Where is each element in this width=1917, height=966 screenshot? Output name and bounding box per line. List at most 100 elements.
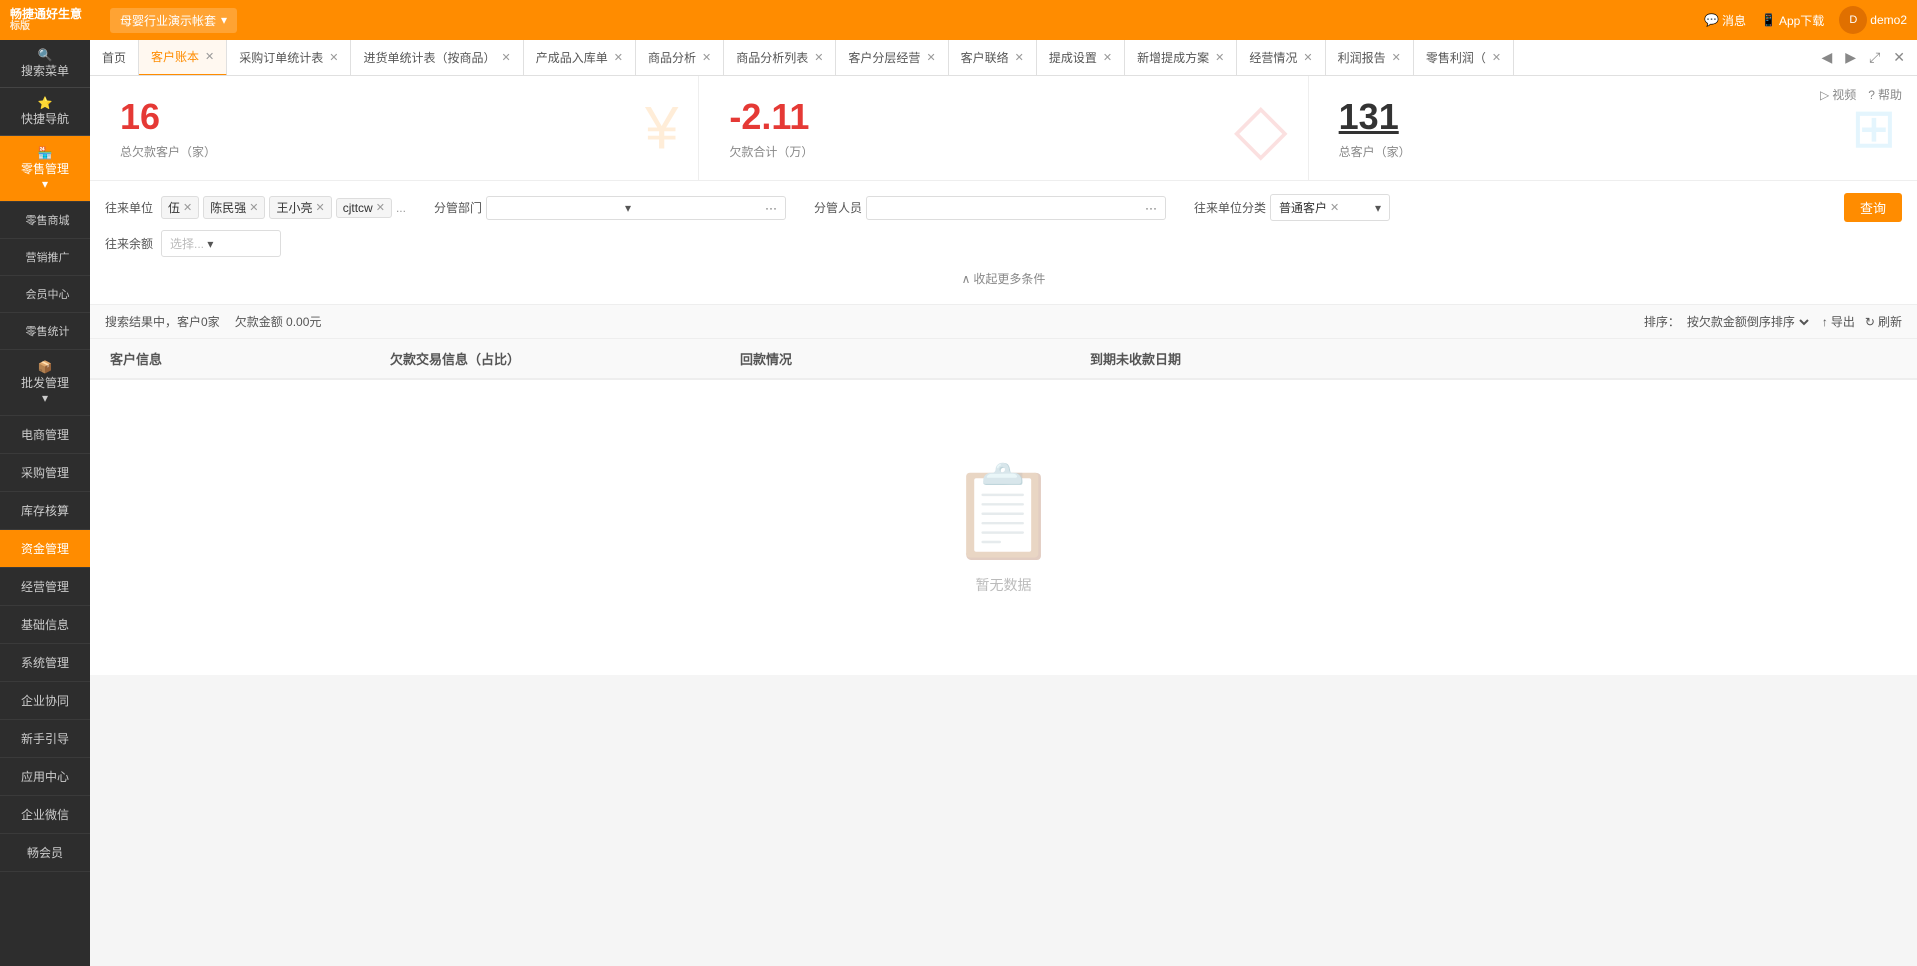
result-bar-right: 排序： 按欠款金额倒序排序 ↑ 导出 ↻ 刷新 <box>1644 313 1902 330</box>
message-icon: 💬 <box>1704 13 1719 27</box>
remove-tag-icon[interactable]: ✕ <box>249 201 258 214</box>
summary-row: ▷ 视频 ? 帮助 ¥ 16 总欠款客户（家） ◇ <box>90 76 1917 181</box>
close-icon[interactable]: ✕ <box>702 51 711 64</box>
sidebar-item-app-center[interactable]: 应用中心 <box>0 758 90 796</box>
video-icon: ▷ <box>1820 88 1829 102</box>
tab-operations[interactable]: 经营情况 ✕ <box>1237 40 1325 76</box>
logo-text: 畅捷通好生意 标版 <box>10 7 82 33</box>
sort-label: 排序： 按欠款金额倒序排序 <box>1644 313 1812 330</box>
avatar: D <box>1839 6 1867 34</box>
industry-selector[interactable]: 母婴行业演示帐套 ▾ <box>110 8 237 33</box>
unit-tag-2: 陈民强 ✕ <box>203 196 265 219</box>
tab-new-proposal[interactable]: 新增提成方案 ✕ <box>1125 40 1237 76</box>
close-icon[interactable]: ✕ <box>1492 51 1501 64</box>
sort-select[interactable]: 按欠款金额倒序排序 <box>1683 314 1812 330</box>
amount-filter-select[interactable]: 选择... ▾ <box>161 230 281 257</box>
close-icon[interactable]: ✕ <box>1103 51 1112 64</box>
total-debtor-label: 总欠款客户（家） <box>120 143 216 160</box>
table-header: 客户信息 欠款交易信息（占比） 回款情况 到期未收款日期 <box>90 339 1917 380</box>
sidebar-item-enterprise-wechat[interactable]: 企业微信 <box>0 796 90 834</box>
sidebar-item-inventory[interactable]: 库存核算 <box>0 492 90 530</box>
tab-scroll-left[interactable]: ◀ <box>1818 47 1837 68</box>
filter-row-1: 往来单位 伍 ✕ 陈民强 ✕ 王小亮 <box>105 193 1902 222</box>
quick-nav-item[interactable]: ⭐ 快捷导航 <box>0 88 90 136</box>
data-table: 客户信息 欠款交易信息（占比） 回款情况 到期未收款日期 📋 暂无数据 <box>90 339 1917 675</box>
summary-card-customers: ¥ 16 总欠款客户（家） <box>90 76 699 180</box>
close-icon[interactable]: ✕ <box>926 51 935 64</box>
sidebar-item-retail-mgmt[interactable]: 🏪 零售管理 ▾ <box>0 136 90 202</box>
person-filter-input[interactable]: ··· <box>866 196 1166 220</box>
yuan-icon: ¥ <box>645 94 678 163</box>
tab-product-analysis[interactable]: 商品分析 ✕ <box>636 40 724 76</box>
query-button[interactable]: 查询 <box>1844 193 1902 222</box>
tab-proposal-settings[interactable]: 提成设置 ✕ <box>1037 40 1125 76</box>
sidebar-item-finance[interactable]: 资金管理 <box>0 530 90 568</box>
tab-incoming-stats[interactable]: 进货单统计表（按商品） ✕ <box>351 40 523 76</box>
chevron-right-icon: ▾ <box>42 391 48 405</box>
category-tag: 普通客户 ✕ <box>1279 199 1339 216</box>
col-repayment: 回款情况 <box>735 349 1085 368</box>
tab-close-all[interactable]: ✕ <box>1889 47 1909 68</box>
tab-product-analysis-list[interactable]: 商品分析列表 ✕ <box>724 40 836 76</box>
sidebar-item-operations[interactable]: 经营管理 <box>0 568 90 606</box>
sidebar-item-retail-stats[interactable]: 零售统计 <box>0 313 90 350</box>
tab-customer-segment[interactable]: 客户分层经营 ✕ <box>836 40 948 76</box>
close-icon[interactable]: ✕ <box>205 50 214 63</box>
tab-customer-contact[interactable]: 客户联络 ✕ <box>949 40 1037 76</box>
sidebar-item-member[interactable]: 会员中心 <box>0 276 90 313</box>
top-bar: 畅捷通好生意 标版 母婴行业演示帐套 ▾ 💬 消息 📱 App下载 D demo… <box>0 0 1917 40</box>
tab-profit-report[interactable]: 利润报告 ✕ <box>1326 40 1414 76</box>
more-options-icon[interactable]: ··· <box>1145 201 1157 215</box>
sidebar-item-purchase[interactable]: 采购管理 <box>0 454 90 492</box>
unit-tag-3: 王小亮 ✕ <box>269 196 331 219</box>
chevron-down-icon: ▾ <box>207 237 213 251</box>
close-icon[interactable]: ✕ <box>1303 51 1312 64</box>
close-icon[interactable]: ✕ <box>614 51 623 64</box>
tab-customer-balance[interactable]: 客户账本 ✕ <box>139 40 227 76</box>
category-filter-select[interactable]: 普通客户 ✕ ▾ <box>1270 194 1390 221</box>
close-icon[interactable]: ✕ <box>329 51 338 64</box>
tab-production-inbound[interactable]: 产成品入库单 ✕ <box>524 40 636 76</box>
sidebar-item-enterprise-collab[interactable]: 企业协同 <box>0 682 90 720</box>
app-download-button[interactable]: 📱 App下载 <box>1761 12 1824 29</box>
sidebar-item-new-guide[interactable]: 新手引导 <box>0 720 90 758</box>
close-icon[interactable]: ✕ <box>814 51 823 64</box>
logo-area: 畅捷通好生意 标版 <box>10 7 100 33</box>
download-icon: 📱 <box>1761 13 1776 27</box>
tab-purchase-order-stats[interactable]: 采购订单统计表 ✕ <box>227 40 351 76</box>
message-button[interactable]: 💬 消息 <box>1704 12 1746 29</box>
more-tags-btn[interactable]: ... <box>396 201 406 215</box>
remove-tag-icon[interactable]: ✕ <box>183 201 192 214</box>
close-icon[interactable]: ✕ <box>1392 51 1401 64</box>
tab-home[interactable]: 首页 <box>90 40 139 76</box>
close-icon[interactable]: ✕ <box>502 51 511 64</box>
export-button[interactable]: ↑ 导出 <box>1822 313 1855 330</box>
remove-category-tag-icon[interactable]: ✕ <box>1330 201 1339 214</box>
sidebar-item-wholesale[interactable]: 📦 批发管理 ▾ <box>0 350 90 416</box>
close-icon[interactable]: ✕ <box>1015 51 1024 64</box>
sidebar-item-ecommerce[interactable]: 电商管理 <box>0 416 90 454</box>
help-btn[interactable]: ? 帮助 <box>1868 86 1902 103</box>
refresh-button[interactable]: ↻ 刷新 <box>1865 313 1902 330</box>
collapse-button[interactable]: ∧ 收起更多条件 <box>957 265 1051 292</box>
sidebar-item-marketing[interactable]: 营销推广 <box>0 239 90 276</box>
tab-scroll-right[interactable]: ▶ <box>1841 47 1860 68</box>
total-debt-label: 欠款合计（万） <box>729 143 813 160</box>
sidebar-item-system[interactable]: 系统管理 <box>0 644 90 682</box>
tab-retail-profit[interactable]: 零售利润（ ✕ <box>1414 40 1514 76</box>
sidebar-item-retail-mall[interactable]: 零售商城 <box>0 202 90 239</box>
search-menu-item[interactable]: 🔍 搜索菜单 <box>0 40 90 88</box>
user-menu[interactable]: D demo2 <box>1839 6 1907 34</box>
remove-tag-icon[interactable]: ✕ <box>316 201 325 214</box>
sidebar-item-vip[interactable]: 畅会员 <box>0 834 90 872</box>
sidebar-item-basic-info[interactable]: 基础信息 <box>0 606 90 644</box>
close-icon[interactable]: ✕ <box>1215 51 1224 64</box>
unit-filter-tags: 伍 ✕ 陈民强 ✕ 王小亮 ✕ <box>161 196 406 219</box>
search-result-label: 搜索结果中，客户0家 <box>105 313 220 330</box>
dept-filter-input[interactable]: ▾ ··· <box>486 196 786 220</box>
remove-tag-icon[interactable]: ✕ <box>376 201 385 214</box>
more-options-icon[interactable]: ··· <box>765 201 777 215</box>
tab-maximize[interactable]: ⤢ <box>1865 47 1884 68</box>
video-btn[interactable]: ▷ 视频 <box>1820 86 1856 103</box>
diamond-icon: ◇ <box>1234 87 1288 169</box>
